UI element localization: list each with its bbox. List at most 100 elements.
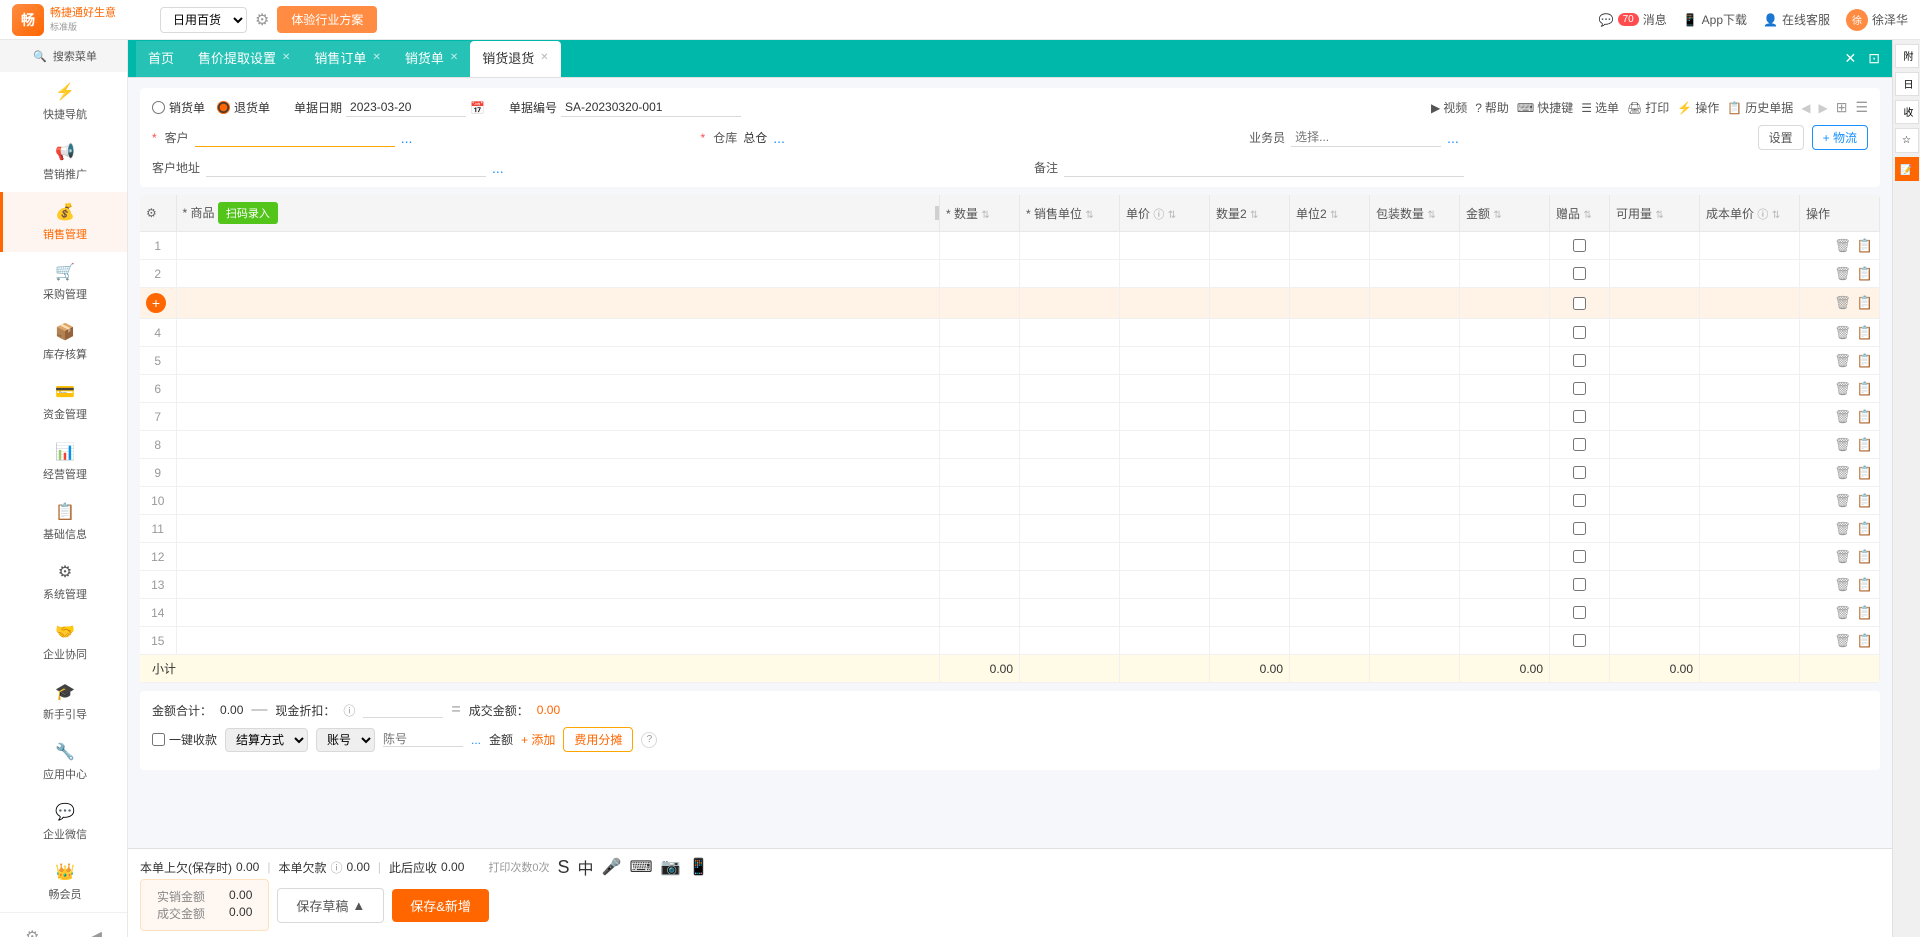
camera-icon[interactable]: 📷	[661, 857, 681, 877]
fee-help-icon[interactable]: ?	[641, 732, 657, 748]
sidebar-item-sales[interactable]: 💰 销售管理	[0, 192, 127, 252]
tab-sales-return-close[interactable]: ✕	[540, 52, 548, 63]
row-delete-3[interactable]: 🗑	[1834, 295, 1851, 311]
product-input-1[interactable]	[183, 239, 934, 253]
list-view-icon[interactable]: ☰	[1855, 99, 1868, 116]
row-delete[interactable]: 🗑	[1834, 605, 1851, 621]
select-item[interactable]: ☰ 选单	[1581, 99, 1619, 116]
gift-check-1[interactable]	[1573, 239, 1586, 252]
row-copy[interactable]: 📋	[1857, 493, 1873, 509]
right-panel-btn-1[interactable]: 附	[1895, 44, 1919, 68]
table-settings-icon[interactable]: ⚙	[146, 206, 157, 220]
row-copy[interactable]: 📋	[1857, 521, 1873, 537]
row-copy[interactable]: 📋	[1857, 605, 1873, 621]
sidebar-item-appstore[interactable]: 🔧 应用中心	[0, 732, 127, 792]
category-select[interactable]: 日用百货	[160, 7, 247, 33]
right-panel-btn-3[interactable]: 收	[1895, 100, 1919, 124]
tab-sales-order[interactable]: 销售订单 ✕	[302, 41, 392, 77]
grid-view-icon[interactable]: ⊞	[1836, 99, 1848, 116]
sidebar-item-inventory[interactable]: 📦 库存核算	[0, 312, 127, 372]
once-owed-icon[interactable]: ⓘ	[331, 859, 343, 876]
zhongwen-icon[interactable]: 中	[578, 855, 594, 879]
tab-price-setting-close[interactable]: ✕	[282, 52, 290, 63]
sougou-icon[interactable]: S	[558, 857, 570, 878]
row-delete[interactable]: 🗑	[1834, 577, 1851, 593]
row-delete[interactable]: 🗑	[1834, 353, 1851, 369]
customer-dots[interactable]: ...	[401, 130, 413, 146]
row-delete[interactable]: 🗑	[1834, 437, 1851, 453]
row-costprice-1[interactable]	[1700, 232, 1800, 260]
gift-check-2[interactable]	[1573, 267, 1586, 280]
account-select[interactable]: 账号	[316, 728, 375, 752]
row-copy[interactable]: 📋	[1857, 437, 1873, 453]
row-delete[interactable]: 🗑	[1834, 521, 1851, 537]
row-copy[interactable]: 📋	[1857, 549, 1873, 565]
user-item[interactable]: 徐 徐泽华	[1846, 9, 1908, 31]
row-unit-1[interactable]	[1020, 232, 1120, 260]
warehouse-dots[interactable]: ...	[773, 130, 785, 146]
tab-sales-close[interactable]: ✕	[450, 52, 458, 63]
row-delete[interactable]: 🗑	[1834, 325, 1851, 341]
tab-price-setting[interactable]: 售价提取设置 ✕	[186, 41, 302, 77]
save-draft-btn[interactable]: 保存草稿 ▲	[277, 888, 384, 923]
row-qty2-3[interactable]	[1210, 288, 1290, 319]
sidebar-item-basic[interactable]: 📋 基础信息	[0, 492, 127, 552]
row-qty2-1[interactable]	[1210, 232, 1290, 260]
sidebar-item-purchase[interactable]: 🛒 采购管理	[0, 252, 127, 312]
discount-info-icon[interactable]: ⓘ	[343, 702, 355, 719]
help-item[interactable]: ? 帮助	[1475, 99, 1509, 116]
row-qty-3[interactable]	[940, 288, 1020, 319]
notification-item[interactable]: 💬 70 消息	[1599, 11, 1667, 28]
print-item[interactable]: 🖨 打印	[1627, 99, 1669, 116]
setting-btn[interactable]: 设置	[1758, 125, 1804, 150]
row-copy[interactable]: 📋	[1857, 381, 1873, 397]
expand-tab-btn[interactable]: ⊡	[1864, 46, 1884, 71]
row-qty-2[interactable]	[940, 260, 1020, 288]
num-input[interactable]	[561, 98, 741, 117]
row-price-2[interactable]	[1120, 260, 1210, 288]
one-click-check[interactable]	[152, 733, 165, 746]
row-amount-1[interactable]	[1460, 232, 1550, 260]
shortcut-item[interactable]: ⌨ 快捷键	[1517, 99, 1573, 116]
sidebar-settings-btn[interactable]: ⚙	[19, 921, 45, 937]
row-delete[interactable]: 🗑	[1834, 409, 1851, 425]
radio-sale[interactable]: 销货单	[152, 99, 205, 116]
tab-sales-return[interactable]: 销货退货 ✕	[470, 41, 560, 77]
row-price-1[interactable]	[1120, 232, 1210, 260]
sidebar-item-system[interactable]: ⚙ 系统管理	[0, 552, 127, 612]
sidebar-item-wechat[interactable]: 💬 企业微信	[0, 792, 127, 852]
row-copy[interactable]: 📋	[1857, 353, 1873, 369]
price-info-icon[interactable]: ⓘ	[1153, 209, 1164, 221]
radio-return-input[interactable]	[217, 101, 230, 114]
row-costprice-3[interactable]	[1700, 288, 1800, 319]
add-row-btn[interactable]: +	[146, 293, 166, 313]
sidebar-item-member[interactable]: 👑 畅会员	[0, 852, 127, 912]
tab-sales[interactable]: 销货单 ✕	[393, 41, 470, 77]
row-gift-2[interactable]	[1550, 260, 1610, 288]
row-available-3[interactable]	[1610, 288, 1700, 319]
video-help[interactable]: ▶ 视频	[1431, 99, 1467, 116]
voice-icon[interactable]: 🎤	[602, 857, 622, 877]
row-copy[interactable]: 📋	[1857, 465, 1873, 481]
keyboard-icon[interactable]: ⌨	[629, 857, 652, 877]
costprice-info-icon[interactable]: ⓘ	[1757, 209, 1768, 221]
row-product-1[interactable]	[176, 232, 940, 260]
row-delete-1[interactable]: 🗑	[1834, 238, 1851, 254]
row-copy-2[interactable]: 📋	[1857, 266, 1873, 282]
product-input-3[interactable]	[183, 296, 934, 310]
sidebar-item-operation[interactable]: 📊 经营管理	[0, 432, 127, 492]
row-qty-1[interactable]	[940, 232, 1020, 260]
trial-btn[interactable]: 体验行业方案	[277, 6, 377, 33]
calc-method-select[interactable]: 结算方式	[225, 728, 308, 752]
account-dots[interactable]: ...	[471, 733, 481, 747]
right-panel-btn-2[interactable]: 日	[1895, 72, 1919, 96]
customer-input[interactable]	[195, 128, 395, 147]
logistics-btn[interactable]: + 物流	[1812, 125, 1868, 150]
col-product-resize[interactable]	[935, 206, 939, 220]
row-qty2-2[interactable]	[1210, 260, 1290, 288]
row-product-2[interactable]	[176, 260, 940, 288]
salesperson-input[interactable]	[1291, 128, 1441, 147]
history-item[interactable]: 📋 历史单据	[1727, 99, 1793, 116]
row-delete[interactable]: 🗑	[1834, 493, 1851, 509]
row-available-2[interactable]	[1610, 260, 1700, 288]
